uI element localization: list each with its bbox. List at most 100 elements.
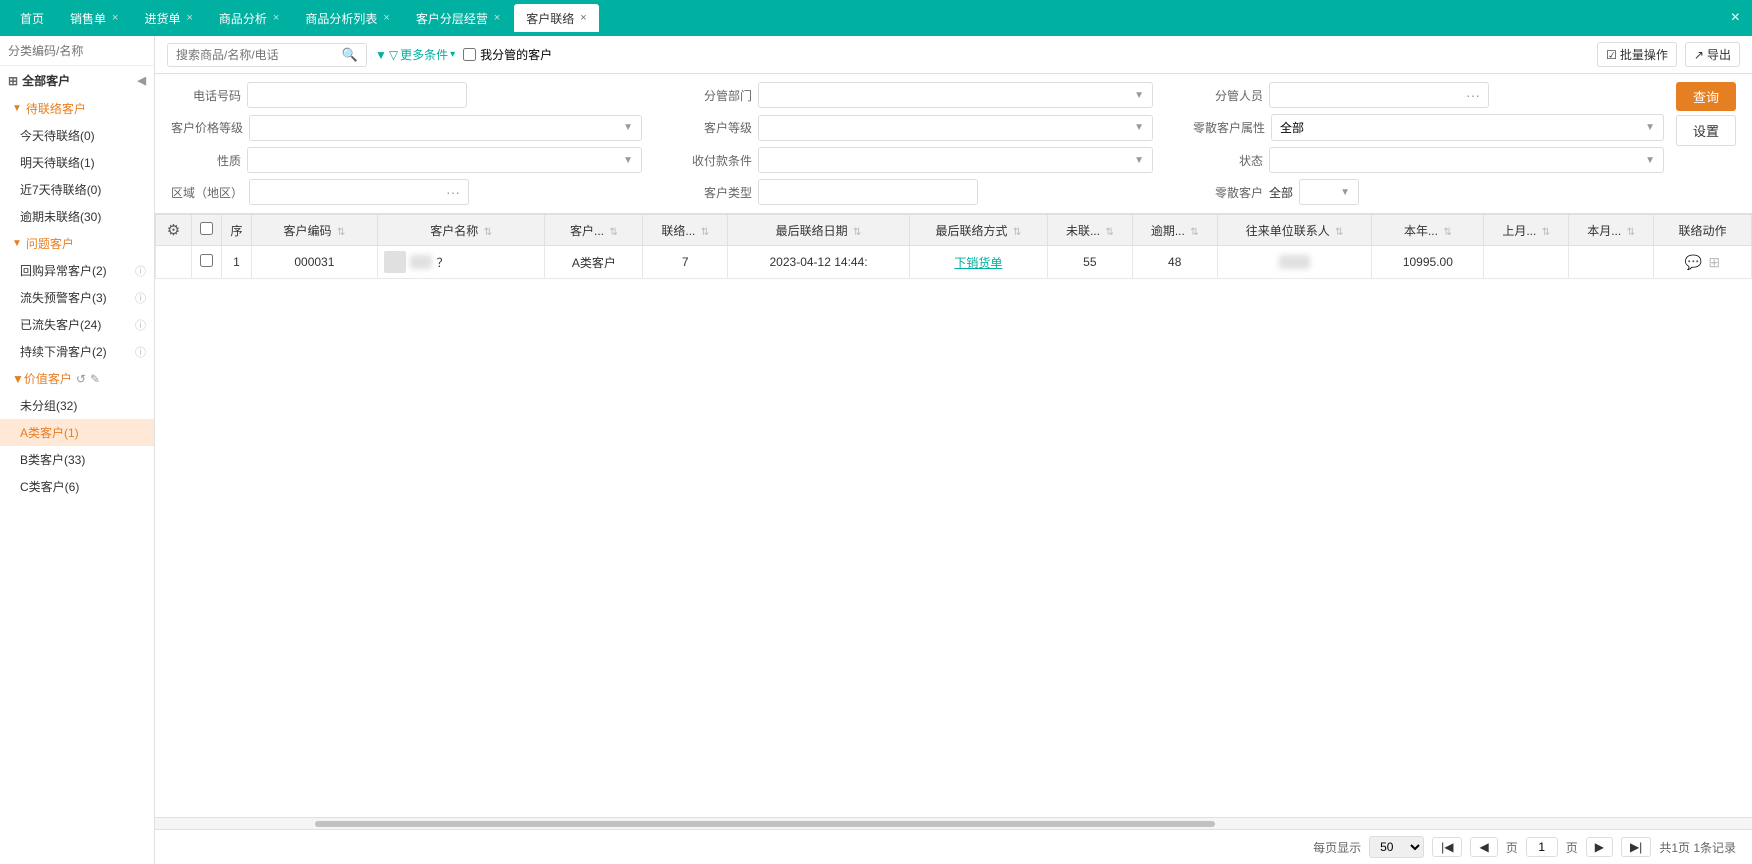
- status-select[interactable]: ▼: [1269, 147, 1664, 173]
- payment-select[interactable]: ▼: [758, 147, 1153, 173]
- info-icon-churned: ⓘ: [135, 317, 146, 333]
- phone-input[interactable]: [247, 82, 467, 108]
- close-contact-tab[interactable]: ×: [580, 12, 586, 24]
- page-number-input[interactable]: [1526, 837, 1558, 857]
- sidebar-item-ungroup[interactable]: 未分组(32): [0, 392, 154, 419]
- my-customers-checkbox[interactable]: [463, 48, 476, 61]
- filter-bar: 🔍 ▼ ▽ 更多条件 ▾ 我分管的客户 ☑ 批量操作 ↗ 导出: [155, 36, 1752, 74]
- th-uncontacted[interactable]: 未联... ⇅: [1047, 215, 1132, 246]
- th-contact[interactable]: 联络... ⇅: [643, 215, 728, 246]
- per-page-select[interactable]: 50 100 200: [1369, 836, 1424, 858]
- close-all-button[interactable]: ×: [1727, 5, 1744, 31]
- nav-tab-home[interactable]: 首页: [8, 4, 56, 32]
- th-this-year[interactable]: 本年... ⇅: [1372, 215, 1484, 246]
- pending-group-header[interactable]: ▼ 待联络客户: [0, 95, 154, 122]
- all-customers-header[interactable]: ⊞ 全部客户 ◀: [0, 66, 154, 95]
- retail-attr-select[interactable]: 全部▼: [1271, 114, 1664, 141]
- sort-method-icon: ⇅: [1013, 227, 1021, 238]
- first-page-button[interactable]: |◀: [1432, 837, 1462, 857]
- close-analysis-tab[interactable]: ×: [273, 12, 279, 24]
- sidebar-item-c-class[interactable]: C类客户(6): [0, 473, 154, 500]
- filter-row-3: 性质 ▼ 收付款条件 ▼: [171, 147, 1664, 173]
- sidebar-search-input[interactable]: [8, 44, 155, 58]
- td-code: 000031: [252, 246, 378, 279]
- nav-tab-analysis-list[interactable]: 商品分析列表 ×: [293, 4, 401, 32]
- table-scroll[interactable]: ⚙ 序 客户编码 ⇅ 客户名称: [155, 214, 1752, 817]
- th-last-month[interactable]: 上月... ⇅: [1484, 215, 1569, 246]
- last-page-button[interactable]: ▶|: [1621, 837, 1651, 857]
- sidebar-item-b-class[interactable]: B类客户(33): [0, 446, 154, 473]
- value-edit-icon[interactable]: ✎: [90, 372, 100, 386]
- customer-avatar: [384, 251, 406, 273]
- th-code[interactable]: 客户编码 ⇅: [252, 215, 378, 246]
- nature-arrow: ▼: [623, 155, 633, 166]
- manager-dots-icon[interactable]: ···: [1466, 87, 1480, 103]
- region-label: 区域（地区）: [171, 184, 243, 201]
- gear-settings-icon[interactable]: ⚙: [167, 222, 180, 239]
- th-name[interactable]: 客户名称 ⇅: [377, 215, 545, 246]
- price-level-select[interactable]: ▼: [249, 115, 642, 141]
- last-method-link[interactable]: 下销货单: [954, 256, 1002, 270]
- main-layout: 🔍 ⊞ 全部客户 ◀ ▼ 待联络客户 今天待联络(0) 明天待联络(1) 近7天…: [0, 36, 1752, 864]
- close-sales-tab[interactable]: ×: [112, 12, 118, 24]
- th-last-date[interactable]: 最后联络日期 ⇅: [728, 215, 910, 246]
- qr-action-icon[interactable]: ⊞: [1708, 254, 1720, 271]
- setting-button[interactable]: 设置: [1676, 115, 1736, 146]
- my-customers-checkbox-label[interactable]: 我分管的客户: [463, 46, 552, 63]
- sidebar-item-churn-warning[interactable]: 流失预警客户(3) ⓘ: [0, 284, 154, 311]
- th-checkbox: [192, 215, 222, 246]
- value-refresh-icon[interactable]: ↺: [76, 372, 86, 386]
- sidebar-item-7days[interactable]: 近7天待联络(0): [0, 176, 154, 203]
- message-action-icon[interactable]: 💬: [1685, 254, 1702, 271]
- nav-tab-customer-contact[interactable]: 客户联络 ×: [514, 4, 598, 32]
- customer-type-input[interactable]: [758, 179, 978, 205]
- filter-search-input[interactable]: [176, 48, 342, 62]
- action-icons-container: 💬 ⊞: [1660, 254, 1745, 271]
- th-unit-contacts[interactable]: 往来单位联系人 ⇅: [1217, 215, 1372, 246]
- query-button[interactable]: 查询: [1676, 82, 1736, 111]
- th-overdue[interactable]: 逾期... ⇅: [1132, 215, 1217, 246]
- next-page-button[interactable]: ▶: [1586, 837, 1613, 857]
- th-level[interactable]: 客户... ⇅: [545, 215, 643, 246]
- sidebar-item-today[interactable]: 今天待联络(0): [0, 122, 154, 149]
- sidebar-item-declining[interactable]: 持续下滑客户(2) ⓘ: [0, 338, 154, 365]
- retail-customer-select[interactable]: ▼: [1299, 179, 1359, 205]
- nav-tab-customer-segment[interactable]: 客户分层经营 ×: [404, 4, 512, 32]
- row-checkbox[interactable]: [200, 254, 213, 267]
- close-analysis-list-tab[interactable]: ×: [383, 12, 389, 24]
- manager-input[interactable]: ···: [1269, 82, 1489, 108]
- sidebar-item-overdue[interactable]: 逾期未联络(30): [0, 203, 154, 230]
- sidebar-item-churned[interactable]: 已流失客户(24) ⓘ: [0, 311, 154, 338]
- td-last-method[interactable]: 下销货单: [909, 246, 1047, 279]
- th-this-month[interactable]: 本月... ⇅: [1569, 215, 1654, 246]
- filter-action-buttons: 查询 设置: [1676, 82, 1736, 146]
- sidebar-item-tomorrow[interactable]: 明天待联络(1): [0, 149, 154, 176]
- filter-search-icon[interactable]: 🔍: [342, 47, 358, 63]
- select-all-checkbox[interactable]: [200, 222, 213, 235]
- scrollbar-thumb[interactable]: [315, 821, 1215, 827]
- nav-tab-purchase[interactable]: 进货单 ×: [132, 4, 204, 32]
- batch-operation-button[interactable]: ☑ 批量操作: [1597, 42, 1677, 67]
- customer-level-select[interactable]: ▼: [758, 115, 1153, 141]
- region-input[interactable]: ···: [249, 179, 469, 205]
- region-dots-icon[interactable]: ···: [446, 184, 460, 200]
- prev-page-button[interactable]: ◀: [1470, 837, 1497, 857]
- horizontal-scrollbar[interactable]: [155, 817, 1752, 829]
- status-field: 状态 ▼: [1193, 147, 1664, 173]
- value-tri-icon: ▼: [12, 372, 24, 386]
- close-segment-tab[interactable]: ×: [494, 12, 500, 24]
- th-last-method[interactable]: 最后联络方式 ⇅: [909, 215, 1047, 246]
- sort-uncontacted-icon: ⇅: [1105, 227, 1113, 238]
- nav-tab-analysis[interactable]: 商品分析 ×: [207, 4, 291, 32]
- nature-select[interactable]: ▼: [247, 147, 642, 173]
- sidebar-item-repurchase-anomaly[interactable]: 回购异常客户(2) ⓘ: [0, 257, 154, 284]
- nav-tab-sales[interactable]: 销售单 ×: [58, 4, 130, 32]
- more-conditions-button[interactable]: ▼ ▽ 更多条件 ▾: [375, 46, 455, 63]
- export-button[interactable]: ↗ 导出: [1685, 42, 1740, 67]
- problem-group-header[interactable]: ▼ 问题客户: [0, 230, 154, 257]
- dept-select[interactable]: ▼: [758, 82, 1153, 108]
- value-group-header[interactable]: ▼ 价值客户 ↺ ✎: [0, 365, 154, 392]
- sidebar-item-a-class[interactable]: A类客户(1): [0, 419, 154, 446]
- close-purchase-tab[interactable]: ×: [186, 12, 192, 24]
- phone-field: 电话号码: [171, 82, 642, 108]
